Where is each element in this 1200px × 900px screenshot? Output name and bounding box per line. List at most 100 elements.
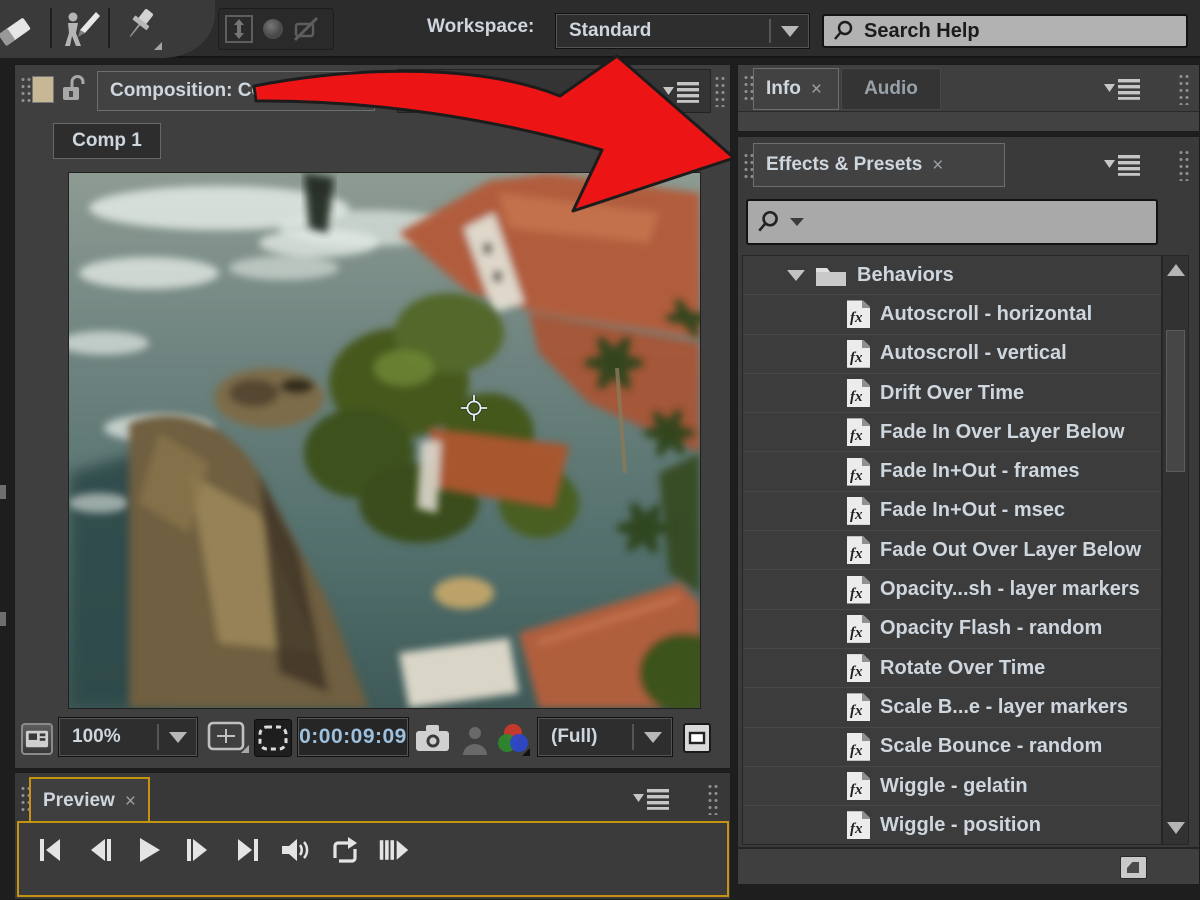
panel-drag-handle[interactable] — [20, 76, 31, 106]
first-frame-button[interactable] — [35, 835, 67, 865]
preset-item[interactable]: fx Fade In+Out - frames — [743, 452, 1161, 492]
workspace-value: Standard — [569, 20, 652, 41]
loop-button[interactable] — [329, 835, 361, 865]
help-search-input[interactable]: Search Help — [822, 14, 1188, 48]
view-axis-mode-icon[interactable] — [293, 16, 319, 42]
workspace-dropdown[interactable]: Standard — [555, 13, 810, 49]
scrollbar[interactable] — [1162, 255, 1189, 845]
preset-item[interactable]: fx Wiggle - position — [743, 806, 1161, 844]
panel-drag-handle[interactable] — [1178, 73, 1189, 105]
composition-tab-label: Composition: Comp 1 — [110, 80, 308, 101]
show-snapshot-person-icon[interactable] — [461, 725, 489, 755]
workspace-label: Workspace: — [427, 16, 535, 37]
fx-preset-icon: fx — [847, 811, 870, 840]
panel-menu-icon[interactable] — [1103, 153, 1141, 177]
ram-preview-button[interactable] — [378, 835, 410, 865]
preset-item[interactable]: fx Autoscroll - vertical — [743, 335, 1161, 374]
next-frame-button[interactable] — [182, 835, 214, 865]
panel-drag-handle[interactable] — [714, 75, 725, 107]
toolbar-divider — [50, 8, 52, 48]
preset-item[interactable]: fx Scale Bounce - random — [743, 728, 1161, 767]
previous-frame-button[interactable] — [84, 835, 116, 865]
preset-item-label: Fade In+Out - frames — [880, 460, 1080, 483]
tab-audio[interactable]: Audio — [841, 68, 941, 110]
scroll-down-icon[interactable] — [1167, 822, 1185, 834]
roto-brush-tool-icon[interactable] — [58, 8, 104, 50]
preset-item-label: Fade In Over Layer Below — [880, 420, 1125, 443]
timecode-display[interactable]: 0:00:09:09 — [297, 717, 409, 757]
lock-icon[interactable] — [60, 73, 86, 105]
fx-preset-icon: fx — [847, 300, 870, 329]
preset-item[interactable]: fx Opacity...sh - layer markers — [743, 570, 1161, 610]
scrollbar-thumb[interactable] — [1166, 330, 1185, 472]
composition-tab[interactable]: Composition: Comp 1 × — [97, 71, 375, 111]
toolbar-divider — [108, 8, 110, 48]
close-icon[interactable]: × — [351, 82, 362, 101]
play-button[interactable] — [133, 835, 165, 865]
comp-1-label: Comp 1 — [72, 130, 142, 151]
effects-presets-panel: Effects & Presets × Behaviors fx Autoscro… — [737, 136, 1200, 884]
fx-preset-icon: fx — [847, 496, 870, 525]
close-icon[interactable]: × — [125, 792, 136, 811]
tool-strip — [0, 0, 215, 58]
comp-1-button[interactable]: Comp 1 — [53, 123, 161, 159]
expanded-triangle-icon[interactable] — [787, 269, 805, 281]
scroll-up-icon[interactable] — [1166, 264, 1185, 276]
preset-item-label: Fade Out Over Layer Below — [880, 538, 1142, 561]
fx-preset-icon: fx — [847, 732, 870, 761]
preset-item[interactable]: fx Rotate Over Time — [743, 649, 1161, 689]
video-frame — [69, 173, 700, 708]
close-icon[interactable]: × — [932, 156, 943, 175]
fx-preset-icon: fx — [847, 693, 870, 722]
search-placeholder: Search Help — [864, 19, 980, 42]
preview-tab[interactable]: Preview × — [29, 777, 150, 823]
label-color-swatch[interactable] — [32, 76, 54, 103]
preset-item[interactable]: fx Scale B...e - layer markers — [743, 688, 1161, 728]
preset-item-label: Rotate Over Time — [880, 656, 1046, 679]
preset-item[interactable]: fx Fade In Over Layer Below — [743, 413, 1161, 453]
fx-preset-icon: fx — [847, 339, 870, 368]
always-preview-button[interactable] — [21, 723, 53, 755]
resolution-value: (Full) — [551, 726, 598, 747]
panel-drag-handle[interactable] — [707, 783, 718, 815]
fx-preset-icon: fx — [847, 654, 870, 683]
audio-mute-icon[interactable] — [280, 835, 312, 865]
magnification-dropdown[interactable]: 100% — [58, 717, 198, 757]
last-frame-button[interactable] — [231, 835, 263, 865]
resolution-dropdown[interactable]: (Full) — [537, 717, 673, 757]
tab-effects-presets[interactable]: Effects & Presets × — [753, 143, 1005, 187]
local-axis-mode-icon[interactable] — [225, 15, 253, 43]
preset-item[interactable]: fx Fade In+Out - msec — [743, 492, 1161, 532]
close-icon[interactable]: × — [811, 80, 822, 99]
preset-item[interactable]: fx Autoscroll - horizontal — [743, 295, 1161, 335]
composition-panel: Composition: Comp 1 × Comp 1 100% 0:00:0… — [14, 64, 731, 769]
preset-item[interactable]: fx Drift Over Time — [743, 374, 1161, 414]
panel-menu-icon[interactable] — [632, 787, 670, 811]
composition-viewport[interactable] — [68, 172, 701, 709]
preset-item[interactable]: fx Wiggle - gelatin — [743, 767, 1161, 807]
folder-row-behaviors[interactable]: Behaviors — [743, 256, 1161, 296]
preset-item[interactable]: fx Opacity Flash - random — [743, 610, 1161, 649]
show-channel-rgb-icon[interactable] — [495, 722, 531, 758]
fx-preset-icon: fx — [847, 536, 870, 565]
audio-tab-label: Audio — [864, 78, 918, 99]
eraser-tool-icon[interactable] — [0, 8, 38, 50]
tab-info[interactable]: Info × — [753, 68, 839, 110]
region-of-interest-button[interactable] — [254, 719, 292, 757]
panel-bottom-bar — [738, 847, 1199, 884]
panel-menu-icon[interactable] — [662, 80, 700, 104]
left-panel-edge-grip[interactable] — [0, 485, 6, 499]
info-tab-label: Info — [766, 78, 801, 99]
panel-drag-handle[interactable] — [1178, 149, 1189, 181]
puppet-pin-tool-icon[interactable] — [116, 6, 168, 54]
search-options-chevron-icon[interactable] — [790, 218, 804, 226]
world-axis-mode-icon[interactable] — [261, 17, 285, 41]
new-preset-icon[interactable] — [1120, 856, 1147, 879]
safe-zones-button[interactable] — [207, 721, 249, 755]
left-panel-edge-grip[interactable] — [0, 612, 6, 626]
panel-menu-icon[interactable] — [1103, 77, 1141, 101]
snapshot-camera-icon[interactable] — [415, 723, 451, 753]
effects-search-input[interactable] — [746, 199, 1158, 245]
grid-options-button[interactable] — [683, 723, 711, 753]
preset-item[interactable]: fx Fade Out Over Layer Below — [743, 531, 1161, 571]
